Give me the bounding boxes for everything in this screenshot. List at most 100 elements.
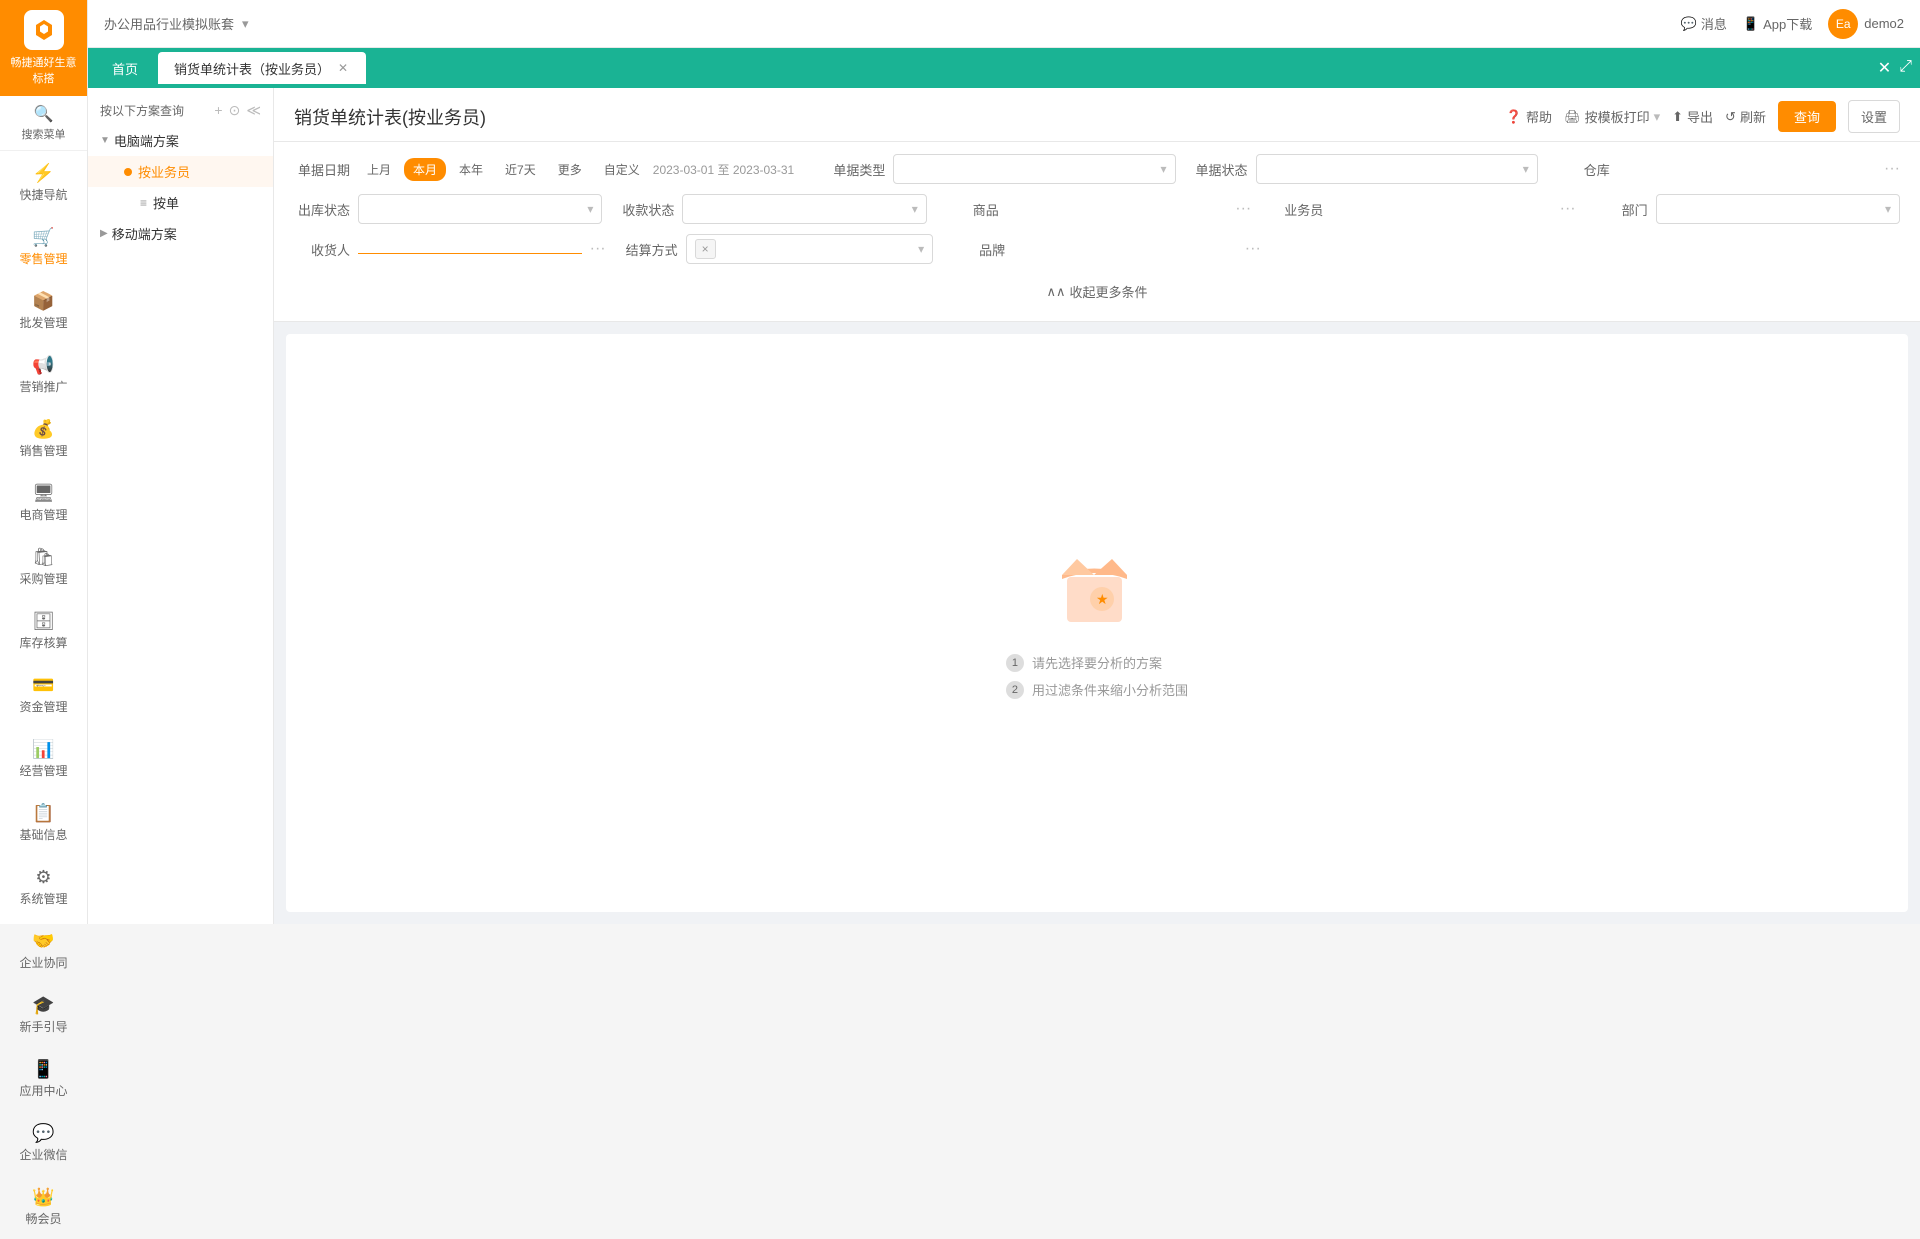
wholesale-icon: 📦 <box>32 291 54 312</box>
workspace-info: 办公用品行业模拟账套 ▾ <box>104 14 249 33</box>
user-profile[interactable]: Ea demo2 <box>1828 9 1904 39</box>
export-btn[interactable]: ⬆ 导出 <box>1672 107 1713 126</box>
tree-group-mobile[interactable]: ▶ 移动端方案 <box>88 218 273 249</box>
sidebar-item-system[interactable]: ⚙ 系统管理 <box>0 855 87 919</box>
close-window-icon[interactable]: ✕ <box>1878 58 1891 78</box>
brand-dots[interactable]: ··· <box>1245 240 1261 258</box>
collapse-panel-icon[interactable]: ≪ <box>246 102 261 119</box>
avatar: Ea <box>1828 9 1858 39</box>
tab-close-icon[interactable]: ✕ <box>336 59 350 77</box>
left-panel-header: 按以下方案查询 + ⊙ ≪ <box>88 96 273 125</box>
doc-type-label: 单据类型 <box>829 160 885 179</box>
tree-group-pc[interactable]: ▼ 电脑端方案 <box>88 125 273 156</box>
sidebar-item-wholesale[interactable]: 📦 批发管理 <box>0 279 87 343</box>
settings-scheme-icon[interactable]: ⊙ <box>229 102 241 119</box>
purchase-icon: 🛍 <box>32 547 55 568</box>
left-panel: 按以下方案查询 + ⊙ ≪ ▼ 电脑端方案 按业务员 ≡ 按单 ▶ <box>88 88 274 924</box>
search-menu-item[interactable]: 🔍 搜索菜单 <box>0 96 87 151</box>
refresh-btn[interactable]: ↺ 刷新 <box>1725 107 1766 126</box>
department-select[interactable]: ▾ <box>1656 194 1900 224</box>
consignee-dots[interactable]: ··· <box>590 240 606 258</box>
collapse-btn[interactable]: ∧∧ 收起更多条件 <box>1046 282 1147 301</box>
add-scheme-icon[interactable]: + <box>214 102 222 119</box>
settlement-tag: × <box>695 239 716 259</box>
home-tab-label: 首页 <box>112 59 138 78</box>
message-btn[interactable]: 💬 消息 <box>1681 14 1727 33</box>
filter-doc-type: 单据类型 ▾ <box>829 154 1175 184</box>
collapse-up-icon: ∧∧ <box>1046 284 1065 300</box>
workspace-dropdown-icon[interactable]: ▾ <box>242 16 249 32</box>
sidebar-item-shortcut[interactable]: ⚡ 快捷导航 <box>0 151 87 215</box>
doc-status-select[interactable]: ▾ <box>1256 154 1538 184</box>
tree-item-by-order[interactable]: ≡ 按单 <box>88 187 273 218</box>
sales-stats-tab-label: 销货单统计表（按业务员） <box>174 59 330 78</box>
out-status-select[interactable]: ▾ <box>358 194 602 224</box>
salesperson-dots[interactable]: ··· <box>1560 200 1576 218</box>
app-download-btn[interactable]: 📱 App下载 <box>1743 14 1812 33</box>
date-btn-custom[interactable]: 自定义 <box>595 158 649 181</box>
goods-input <box>1007 205 1227 213</box>
inventory-icon: 🗄 <box>32 611 55 632</box>
goods-dots[interactable]: ··· <box>1235 200 1251 218</box>
empty-state: ★ ↑ 1 请先选择要分析的方案 2 用过滤条件来缩小分析范围 <box>1006 547 1188 699</box>
filter-row-3: 收货人 ··· 结算方式 × ▾ 品牌 <box>294 234 1900 264</box>
settlement-tag-close[interactable]: × <box>702 242 709 256</box>
user-name: demo2 <box>1864 16 1904 31</box>
date-btn-this-month[interactable]: 本月 <box>404 158 446 181</box>
sidebar-item-apps[interactable]: 📱 应用中心 <box>0 1047 87 1111</box>
department-label: 部门 <box>1592 200 1648 219</box>
workspace-title: 办公用品行业模拟账套 <box>104 14 234 33</box>
tab-home[interactable]: 首页 <box>96 52 154 84</box>
order-icon: ≡ <box>140 196 147 210</box>
date-btn-this-year[interactable]: 本年 <box>450 158 492 181</box>
sidebar-item-ecommerce[interactable]: 🖥 电商管理 <box>0 471 87 535</box>
filter-department: 部门 ▾ <box>1592 194 1900 224</box>
receipt-status-select[interactable]: ▾ <box>682 194 926 224</box>
sidebar-item-operation[interactable]: 📊 经营管理 <box>0 727 87 791</box>
sidebar-item-newbie[interactable]: 🎓 新手引导 <box>0 983 87 1047</box>
filter-receipt-status: 收款状态 ▾ <box>618 194 926 224</box>
warehouse-display <box>1618 165 1876 173</box>
template-print-btn[interactable]: 🖨 按模板打印 ▾ <box>1564 107 1660 126</box>
sidebar-item-retail[interactable]: 🛒 零售管理 <box>0 215 87 279</box>
sidebar-item-inventory[interactable]: 🗄 库存核算 <box>0 599 87 663</box>
salesperson-input <box>1331 205 1551 213</box>
sidebar-item-basic[interactable]: 📋 基础信息 <box>0 791 87 855</box>
panel-actions: + ⊙ ≪ <box>214 102 261 119</box>
department-chevron-icon: ▾ <box>1885 202 1891 216</box>
tab-sales-stats[interactable]: 销货单统计表（按业务员） ✕ <box>158 52 366 84</box>
sidebar-item-sales[interactable]: 💰 销售管理 <box>0 407 87 471</box>
sidebar-item-enterprise[interactable]: 🤝 企业协同 <box>0 919 87 983</box>
consignee-input[interactable] <box>358 245 582 254</box>
sidebar-item-marketing[interactable]: 📢 营销推广 <box>0 343 87 407</box>
active-dot-icon <box>124 168 132 176</box>
query-btn[interactable]: 查询 <box>1778 101 1836 132</box>
sidebar-logo[interactable]: 畅捷通好生意 标搭 <box>0 0 87 96</box>
sidebar-nav: ⚡ 快捷导航 🛒 零售管理 📦 批发管理 📢 营销推广 💰 销售管理 🖥 电商管… <box>0 151 87 1239</box>
empty-steps: 1 请先选择要分析的方案 2 用过滤条件来缩小分析范围 <box>1006 653 1188 699</box>
filter-date: 单据日期 上月 本月 本年 近7天 更多 自定义 2023-03-01 至 20… <box>294 158 813 181</box>
tree-item-by-salesperson[interactable]: 按业务员 <box>88 156 273 187</box>
sidebar-item-finance[interactable]: 💳 资金管理 <box>0 663 87 727</box>
filter-brand: 品牌 ··· <box>949 240 1261 259</box>
date-btn-last-month[interactable]: 上月 <box>358 158 400 181</box>
export-icon: ⬆ <box>1672 109 1683 125</box>
warehouse-dots[interactable]: ··· <box>1884 160 1900 178</box>
settings-btn[interactable]: 设置 <box>1848 100 1900 133</box>
right-panel: 销货单统计表(按业务员) ❓ 帮助 🖨 按模板打印 ▾ ⬆ 导出 <box>274 88 1920 924</box>
sidebar-item-purchase[interactable]: 🛍 采购管理 <box>0 535 87 599</box>
system-icon: ⚙ <box>35 867 51 888</box>
sidebar-item-member[interactable]: 👑 畅会员 <box>0 1175 87 1239</box>
maximize-window-icon[interactable]: ⤢ <box>1899 58 1912 78</box>
settlement-select[interactable]: × ▾ <box>686 234 934 264</box>
member-icon: 👑 <box>32 1187 54 1208</box>
date-btn-7days[interactable]: 近7天 <box>496 158 545 181</box>
step-1-num: 1 <box>1006 654 1024 672</box>
help-btn[interactable]: ❓ 帮助 <box>1506 107 1552 126</box>
newbie-icon: 🎓 <box>32 995 54 1016</box>
empty-step-1: 1 请先选择要分析的方案 <box>1006 653 1188 672</box>
doc-type-select[interactable]: ▾ <box>893 154 1175 184</box>
sidebar-item-wechat[interactable]: 💬 企业微信 <box>0 1111 87 1175</box>
page-actions: ❓ 帮助 🖨 按模板打印 ▾ ⬆ 导出 ↺ 刷新 <box>1506 100 1900 133</box>
date-btn-more[interactable]: 更多 <box>549 158 591 181</box>
